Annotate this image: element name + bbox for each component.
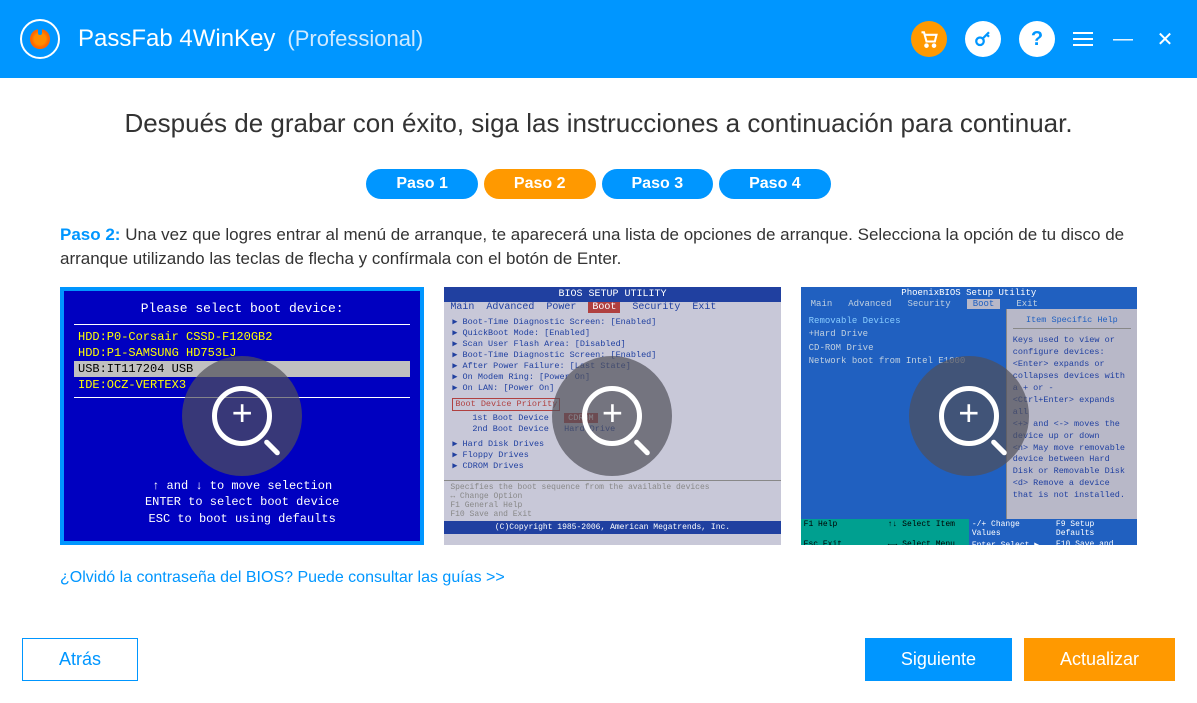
page-title: Después de grabar con éxito, siga las in… — [60, 108, 1137, 139]
next-button[interactable]: Siguiente — [865, 638, 1012, 681]
cart-icon[interactable] — [911, 21, 947, 57]
footer-bar: Atrás Siguiente Actualizar — [0, 622, 1197, 703]
boot-menu-title: Please select boot device: — [74, 301, 410, 316]
zoom-icon: + — [582, 386, 642, 446]
main-content: Después de grabar con éxito, siga las in… — [0, 78, 1197, 587]
app-name: PassFab 4WinKey — [78, 25, 275, 53]
tab-paso-3[interactable]: Paso 3 — [602, 169, 714, 199]
app-edition: (Professional) — [287, 26, 423, 52]
boot-item: HDD:P0-Corsair CSSD-F120GB2 — [74, 329, 410, 345]
ami-tabs: Main Advanced Power Boot Security Exit — [444, 302, 780, 313]
boot-footer: ↑ and ↓ to move selection ENTER to selec… — [74, 478, 410, 528]
screenshot-2[interactable]: BIOS SETUP UTILITY Main Advanced Power B… — [444, 287, 780, 545]
zoom-overlay: + — [909, 356, 1029, 476]
app-logo — [20, 19, 60, 59]
key-icon[interactable] — [965, 21, 1001, 57]
instruction-body: Una vez que logres entrar al menú de arr… — [60, 225, 1124, 268]
ami-header: BIOS SETUP UTILITY — [444, 287, 780, 302]
screenshot-3[interactable]: PhoenixBIOS Setup Utility Main Advanced … — [801, 287, 1137, 545]
tab-paso-2[interactable]: Paso 2 — [484, 169, 596, 199]
instruction-prefix: Paso 2: — [60, 225, 120, 244]
zoom-icon: + — [939, 386, 999, 446]
phoenix-tabs: Main Advanced Security Boot Exit — [801, 299, 1137, 309]
zoom-icon: + — [212, 386, 272, 446]
screenshot-row: Please select boot device: HDD:P0-Corsai… — [60, 287, 1137, 545]
tab-paso-1[interactable]: Paso 1 — [366, 169, 478, 199]
menu-icon[interactable] — [1073, 32, 1093, 46]
phoenix-fbar2: Esc Exit ←→ Select Menu Enter Select ▶ S… — [801, 539, 1137, 545]
zoom-overlay: + — [182, 356, 302, 476]
instruction-text: Paso 2: Una vez que logres entrar al men… — [60, 223, 1137, 271]
ami-copyright: (C)Copyright 1985-2006, American Megatre… — [444, 521, 780, 534]
phoenix-fbar: F1 Help ↑↓ Select Item -/+ Change Values… — [801, 519, 1137, 539]
close-icon[interactable]: ✕ — [1153, 27, 1177, 52]
ami-footer: Specifies the boot sequence from the ava… — [444, 480, 780, 521]
phoenix-header: PhoenixBIOS Setup Utility — [801, 287, 1137, 299]
zoom-overlay: + — [552, 356, 672, 476]
bios-guide-link[interactable]: ¿Olvidó la contraseña del BIOS? Puede co… — [60, 569, 505, 587]
back-button[interactable]: Atrás — [22, 638, 138, 681]
minimize-icon[interactable]: — — [1111, 28, 1135, 51]
update-button[interactable]: Actualizar — [1024, 638, 1175, 681]
titlebar: PassFab 4WinKey (Professional) ? — ✕ — [0, 0, 1197, 78]
tab-paso-4[interactable]: Paso 4 — [719, 169, 831, 199]
screenshot-1[interactable]: Please select boot device: HDD:P0-Corsai… — [60, 287, 424, 545]
step-tabs: Paso 1 Paso 2 Paso 3 Paso 4 — [60, 169, 1137, 199]
help-icon[interactable]: ? — [1019, 21, 1055, 57]
